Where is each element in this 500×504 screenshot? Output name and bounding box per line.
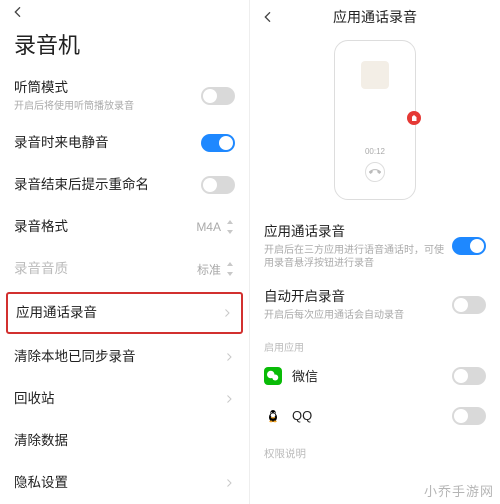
app-row-qq[interactable]: QQ xyxy=(250,396,500,436)
sort-icon xyxy=(225,220,235,234)
toggle-listen-mode[interactable] xyxy=(201,87,235,105)
avatar-placeholder xyxy=(361,61,389,89)
toggle-rename-prompt[interactable] xyxy=(201,176,235,194)
row-value: M4A xyxy=(196,220,221,234)
row-label: 清除数据 xyxy=(14,432,235,451)
row-sub: 开启后将使用听筒播放录音 xyxy=(14,100,201,113)
row-label: 清除本地已同步录音 xyxy=(14,348,223,367)
row-auto-start[interactable]: 自动开启录音 开启后每次应用通话会自动录音 xyxy=(250,279,500,331)
toggle-mute-incoming[interactable] xyxy=(201,134,235,152)
screen-title: 应用通话录音 xyxy=(276,7,474,27)
row-rename-prompt[interactable]: 录音结束后提示重命名 xyxy=(0,164,249,206)
row-label: 应用通话录音 xyxy=(264,223,452,242)
row-label: 录音格式 xyxy=(14,218,196,237)
chevron-right-icon xyxy=(221,307,233,319)
sort-icon xyxy=(225,262,235,276)
row-label: 录音结束后提示重命名 xyxy=(14,176,201,195)
row-format[interactable]: 录音格式 M4A xyxy=(0,206,249,248)
chevron-right-icon xyxy=(223,477,235,489)
row-mute-incoming[interactable]: 录音时来电静音 xyxy=(0,122,249,164)
phone-frame: 00:12 xyxy=(334,40,416,200)
screen-recorder-settings: 录音机 听筒模式 开启后将使用听筒播放录音 录音时来电静音 录音结束后提示重命名 xyxy=(0,0,250,504)
row-sub: 开启后每次应用通话会自动录音 xyxy=(264,309,452,322)
page-title: 录音机 xyxy=(0,24,249,70)
row-enable-call-recording[interactable]: 应用通话录音 开启后在三方应用进行语音通话时，可使用录音悬浮按钮进行录音 xyxy=(250,214,500,279)
record-badge-icon xyxy=(407,111,421,125)
screen-app-call-recording: 应用通话录音 00:12 应用通话录音 开启后在三方应用进行语音通话时，可使用录… xyxy=(250,0,500,504)
toggle-auto-start[interactable] xyxy=(452,296,486,314)
chevron-right-icon xyxy=(223,351,235,363)
app-row-wechat[interactable]: 微信 xyxy=(250,356,500,396)
row-listen-mode[interactable]: 听筒模式 开启后将使用听筒播放录音 xyxy=(0,70,249,122)
call-timer: 00:12 xyxy=(365,147,385,156)
toggle-qq[interactable] xyxy=(452,407,486,425)
back-icon[interactable] xyxy=(260,9,276,25)
topbar xyxy=(0,0,249,24)
phone-illustration: 00:12 xyxy=(250,34,500,214)
row-label: 录音音质 xyxy=(14,260,197,279)
section-apps-label: 启用应用 xyxy=(250,331,500,356)
back-icon[interactable] xyxy=(10,4,26,20)
settings-list: 听筒模式 开启后将使用听筒播放录音 录音时来电静音 录音结束后提示重命名 xyxy=(0,70,249,504)
row-label: 录音时来电静音 xyxy=(14,134,201,153)
row-label: 应用通话录音 xyxy=(16,304,221,323)
row-label: 听筒模式 xyxy=(14,79,201,98)
wechat-icon xyxy=(264,367,282,385)
row-sub: 开启后在三方应用进行语音通话时，可使用录音悬浮按钮进行录音 xyxy=(264,244,452,270)
row-clear-sync[interactable]: 清除本地已同步录音 xyxy=(0,336,249,378)
row-label: 隐私设置 xyxy=(14,474,223,493)
row-label: 回收站 xyxy=(14,390,223,409)
row-privacy-settings[interactable]: 隐私设置 xyxy=(0,462,249,504)
chevron-right-icon xyxy=(223,393,235,405)
app-name: 微信 xyxy=(292,366,452,385)
permissions-link[interactable]: 权限说明 xyxy=(250,436,500,471)
watermark: 小乔手游网 xyxy=(424,481,494,500)
row-value: 标准 xyxy=(197,261,221,278)
toggle-wechat[interactable] xyxy=(452,367,486,385)
toggle-enable-call-recording[interactable] xyxy=(452,237,486,255)
end-call-icon xyxy=(365,162,385,182)
row-label: 自动开启录音 xyxy=(264,288,452,307)
topbar: 应用通话录音 xyxy=(250,0,500,34)
row-clear-data[interactable]: 清除数据 xyxy=(0,420,249,462)
app-name: QQ xyxy=(292,408,452,423)
qq-icon xyxy=(264,407,282,425)
row-recycle-bin[interactable]: 回收站 xyxy=(0,378,249,420)
row-quality: 录音音质 标准 xyxy=(0,248,249,290)
row-app-call-recording[interactable]: 应用通话录音 xyxy=(6,292,243,334)
